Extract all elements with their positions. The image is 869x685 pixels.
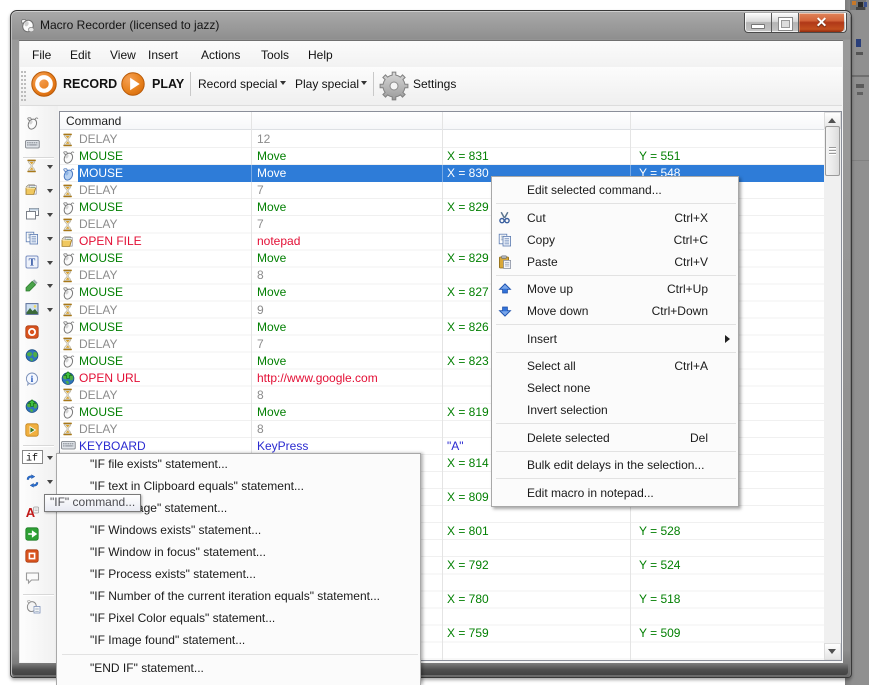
svg-text:if: if [26, 453, 38, 465]
svg-text:i: i [31, 375, 34, 385]
svg-text:T: T [29, 258, 36, 269]
